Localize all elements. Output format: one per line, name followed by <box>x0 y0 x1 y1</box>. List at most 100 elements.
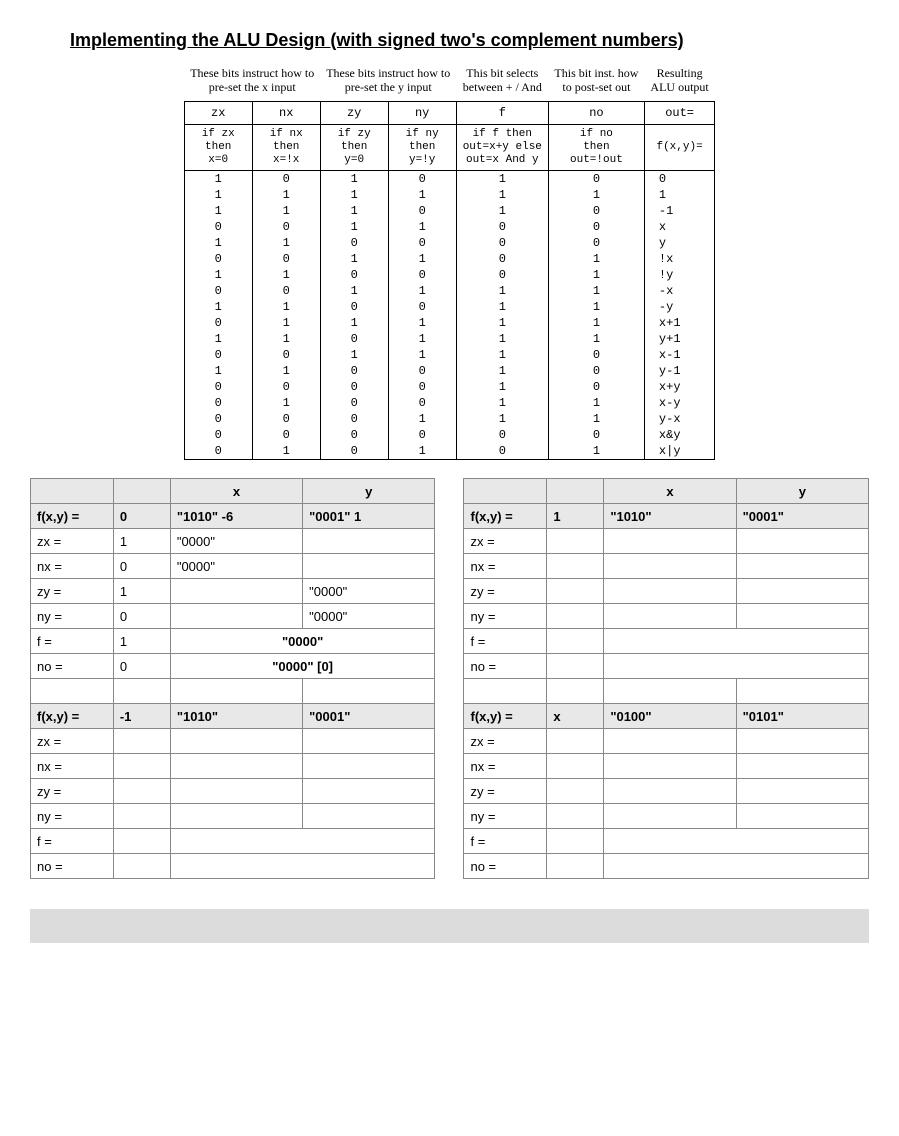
truth-cell: 0 <box>184 283 252 299</box>
truth-cell: 1 <box>184 331 252 347</box>
truth-cell: 0 <box>388 379 456 395</box>
truth-col: out= <box>644 101 714 124</box>
row-val <box>547 554 604 579</box>
row-label: zx = <box>31 729 114 754</box>
truth-cell: 0 <box>252 171 320 188</box>
truth-cell: 1 <box>320 187 388 203</box>
fxy-y: "0001" <box>303 704 435 729</box>
truth-col: nx <box>252 101 320 124</box>
row-x <box>604 754 736 779</box>
truth-cell: y+1 <box>644 331 714 347</box>
row-val: 0 <box>113 654 170 679</box>
truth-cell: 0 <box>456 267 548 283</box>
fxy-label: f(x,y) = <box>31 504 114 529</box>
truth-desc: if zytheny=0 <box>320 124 388 171</box>
row-label: nx = <box>31 754 114 779</box>
truth-cell: 0 <box>388 427 456 443</box>
truth-cell: 0 <box>388 171 456 188</box>
spacer <box>31 679 114 704</box>
row-y <box>303 804 435 829</box>
truth-cell: 1 <box>320 251 388 267</box>
truth-cell: 1 <box>184 203 252 219</box>
fxy-label: f(x,y) = <box>464 704 547 729</box>
work-row: zx =zx = <box>31 729 869 754</box>
truth-row: 010011x-y <box>184 395 715 411</box>
fxy-row: f(x,y) =0"1010" -6"0001" 1f(x,y) =1"1010… <box>31 504 869 529</box>
worksheet-table: x y x y f(x,y) =0"1010" -6"0001" 1f(x,y)… <box>30 478 869 879</box>
alu-truth-table: These bits instruct how topre-set the x … <box>184 65 716 460</box>
truth-cell: 1 <box>184 299 252 315</box>
row-span <box>604 629 869 654</box>
row-y: "0000" <box>303 579 435 604</box>
truth-cell: -1 <box>644 203 714 219</box>
row-label: ny = <box>464 804 547 829</box>
truth-cell: 0 <box>320 379 388 395</box>
truth-cell: 1 <box>548 267 644 283</box>
row-val <box>113 854 170 879</box>
truth-cell: 1 <box>252 395 320 411</box>
spacer <box>547 679 604 704</box>
row-x <box>604 729 736 754</box>
truth-cell: 0 <box>184 315 252 331</box>
work-row: zy =zy = <box>31 779 869 804</box>
row-val: 0 <box>113 554 170 579</box>
truth-row: 001111-x <box>184 283 715 299</box>
row-y <box>736 579 868 604</box>
truth-cell: 0 <box>456 251 548 267</box>
row-y <box>303 754 435 779</box>
spacer <box>170 679 302 704</box>
row-label: ny = <box>464 604 547 629</box>
truth-cell: 1 <box>548 411 644 427</box>
row-span <box>170 829 435 854</box>
truth-cell: 0 <box>548 427 644 443</box>
truth-cell: -y <box>644 299 714 315</box>
truth-cell: 1 <box>388 219 456 235</box>
col-x-left: x <box>170 479 302 504</box>
row-val <box>547 629 604 654</box>
truth-cell: 0 <box>320 299 388 315</box>
truth-row: 110111y+1 <box>184 331 715 347</box>
truth-row: 001100x <box>184 219 715 235</box>
truth-cell: 0 <box>320 395 388 411</box>
truth-col: zx <box>184 101 252 124</box>
truth-cell: 1 <box>388 411 456 427</box>
truth-cell: 1 <box>252 315 320 331</box>
work-row: ny =ny = <box>31 804 869 829</box>
row-label: ny = <box>31 604 114 629</box>
truth-cell: y-1 <box>644 363 714 379</box>
row-y <box>736 554 868 579</box>
truth-cell: 0 <box>456 443 548 460</box>
fxy-x: "0100" <box>604 704 736 729</box>
truth-cell: 0 <box>388 267 456 283</box>
truth-cell: 0 <box>184 251 252 267</box>
row-val <box>113 779 170 804</box>
row-x <box>604 604 736 629</box>
truth-cell: 1 <box>644 187 714 203</box>
truth-cell: 0 <box>644 171 714 188</box>
truth-cell: 1 <box>388 347 456 363</box>
truth-cell: 1 <box>456 171 548 188</box>
truth-cell: 1 <box>320 171 388 188</box>
row-y <box>736 604 868 629</box>
truth-row: 1111111 <box>184 187 715 203</box>
truth-desc: if zxthenx=0 <box>184 124 252 171</box>
truth-cell: 0 <box>184 347 252 363</box>
row-label: zx = <box>464 529 547 554</box>
truth-desc: if nxthenx=!x <box>252 124 320 171</box>
fxy-y: "0101" <box>736 704 868 729</box>
row-label: no = <box>464 854 547 879</box>
truth-cell: 1 <box>456 411 548 427</box>
row-y <box>736 529 868 554</box>
truth-row: 111010-1 <box>184 203 715 219</box>
fxy-x: "1010" -6 <box>170 504 302 529</box>
page-title: Implementing the ALU Design (with signed… <box>70 30 869 51</box>
truth-cell: 0 <box>388 395 456 411</box>
row-val <box>547 854 604 879</box>
truth-cell: 0 <box>388 299 456 315</box>
truth-desc: if nothenout=!out <box>548 124 644 171</box>
truth-col: no <box>548 101 644 124</box>
row-label: zy = <box>464 779 547 804</box>
truth-desc: if nytheny=!y <box>388 124 456 171</box>
truth-cell: 1 <box>252 267 320 283</box>
truth-col-desc: if zxthenx=0if nxthenx=!xif zytheny=0if … <box>184 124 715 171</box>
